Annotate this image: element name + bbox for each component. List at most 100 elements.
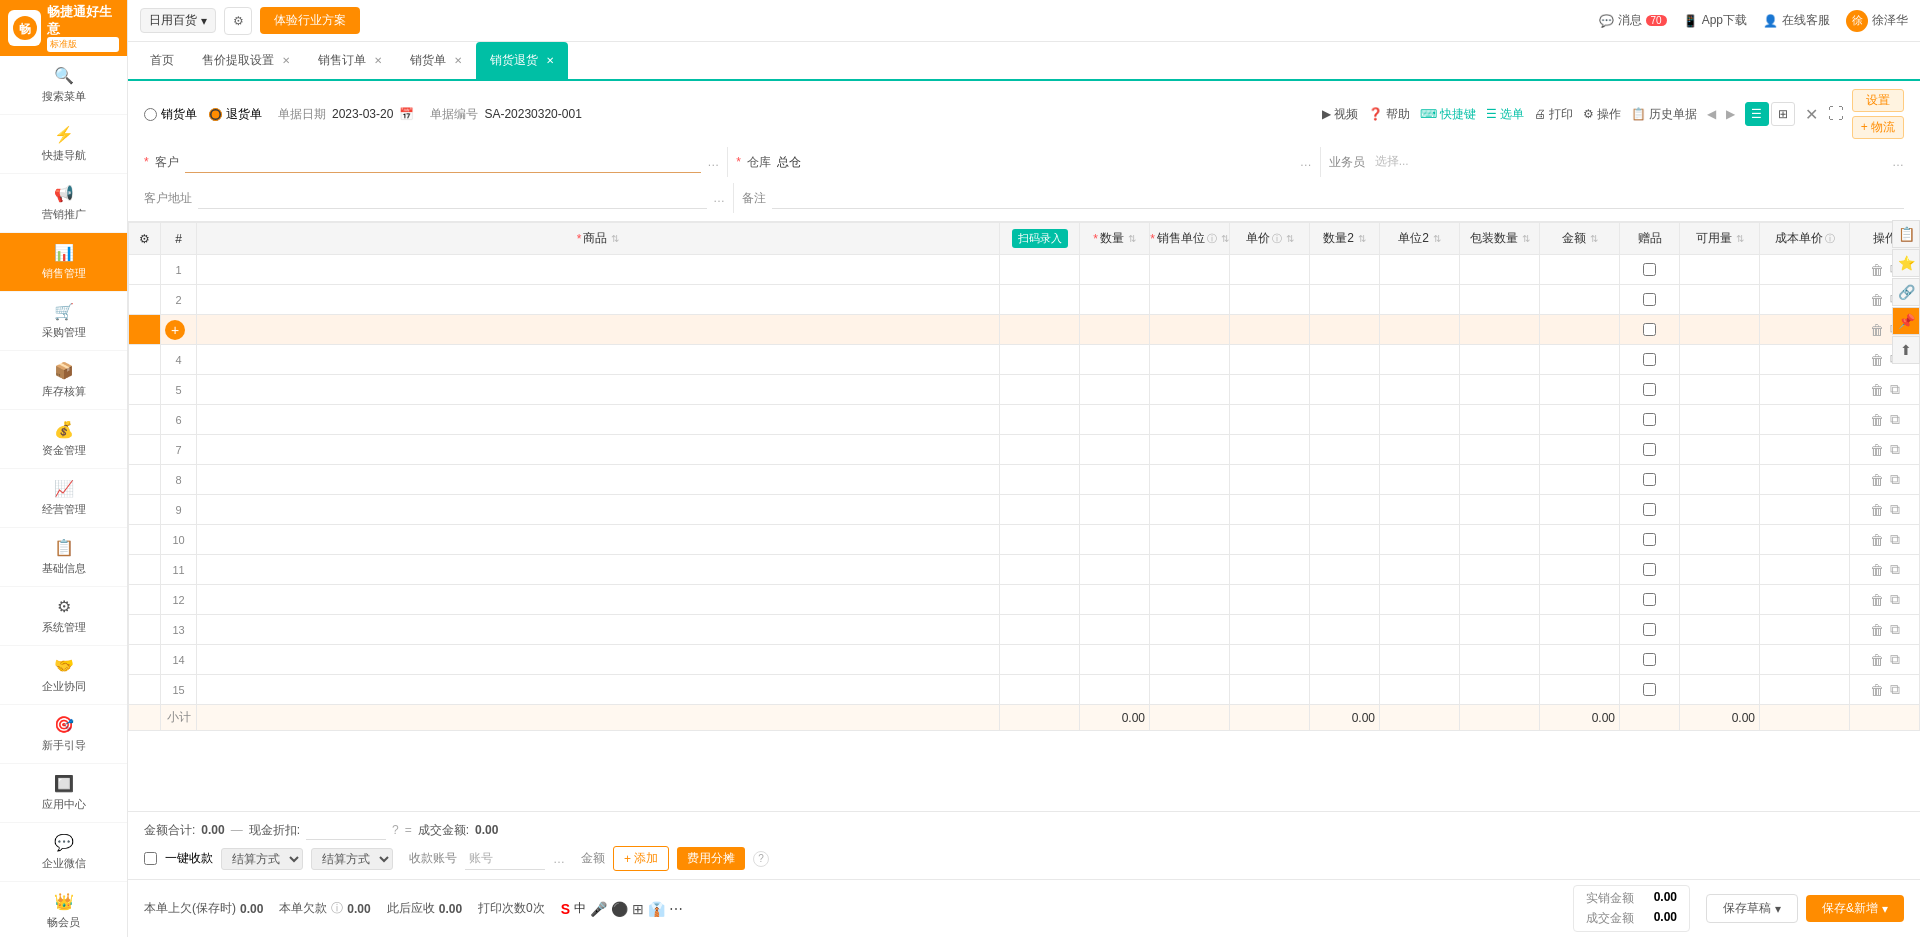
- row-qty2-8[interactable]: [1310, 465, 1380, 495]
- row-unit-8[interactable]: [1150, 465, 1230, 495]
- gift-cb-7[interactable]: [1643, 443, 1656, 456]
- goods-input-11[interactable]: [201, 563, 995, 577]
- row-unit2-13[interactable]: [1380, 615, 1460, 645]
- account-input[interactable]: 账号: [465, 848, 545, 870]
- row-unit2-10[interactable]: [1380, 525, 1460, 555]
- save-new-btn[interactable]: 保存&新增 ▾: [1806, 895, 1904, 922]
- row-unit2-11[interactable]: [1380, 555, 1460, 585]
- th-qty-sort[interactable]: ⇅: [1128, 233, 1136, 244]
- row-pkg-12[interactable]: [1460, 585, 1540, 615]
- gift-cb-14[interactable]: [1643, 653, 1656, 666]
- goods-input-12[interactable]: [201, 593, 995, 607]
- copy-icon-12[interactable]: ⧉: [1890, 591, 1900, 608]
- goods-input-5[interactable]: [201, 383, 995, 397]
- sidebar-item-1[interactable]: ⚡快捷导航: [0, 115, 127, 174]
- sidebar-item-9[interactable]: ⚙系统管理: [0, 587, 127, 646]
- fee-help-icon[interactable]: ?: [753, 851, 769, 867]
- row-price-10[interactable]: [1230, 525, 1310, 555]
- float-pin-btn[interactable]: 📌: [1892, 307, 1920, 335]
- row-unit2-15[interactable]: [1380, 675, 1460, 705]
- customer-input[interactable]: [185, 151, 702, 173]
- save-draft-btn[interactable]: 保存草稿 ▾: [1706, 894, 1798, 923]
- row-qty-12[interactable]: [1080, 585, 1150, 615]
- settlement-method-select[interactable]: 结算方式: [221, 848, 303, 870]
- float-star-btn[interactable]: ⭐: [1892, 249, 1920, 277]
- th-scan[interactable]: 扫码录入: [1000, 223, 1080, 255]
- row-amount-6[interactable]: [1540, 405, 1620, 435]
- row-gift-2[interactable]: [1620, 285, 1680, 315]
- add-row-btn-3[interactable]: +: [165, 320, 185, 340]
- row-qty-1[interactable]: [1080, 255, 1150, 285]
- row-qty2-2[interactable]: [1310, 285, 1380, 315]
- history-btn[interactable]: 📋 历史单据: [1631, 106, 1697, 123]
- row-unit-14[interactable]: [1150, 645, 1230, 675]
- row-price-8[interactable]: [1230, 465, 1310, 495]
- row-unit2-2[interactable]: [1380, 285, 1460, 315]
- prev-btn[interactable]: ◀: [1707, 107, 1716, 121]
- sidebar-item-5[interactable]: 📦库存核算: [0, 351, 127, 410]
- sidebar-item-8[interactable]: 📋基础信息: [0, 528, 127, 587]
- copy-icon-7[interactable]: ⧉: [1890, 441, 1900, 458]
- row-qty2-5[interactable]: [1310, 375, 1380, 405]
- list-view-btn[interactable]: ⊞: [1771, 102, 1795, 126]
- row-unit2-6[interactable]: [1380, 405, 1460, 435]
- row-qty-7[interactable]: [1080, 435, 1150, 465]
- goods-input-15[interactable]: [201, 683, 995, 697]
- delete-icon-1[interactable]: 🗑: [1870, 262, 1884, 278]
- settings-icon[interactable]: ⚙: [139, 232, 150, 246]
- calendar-icon[interactable]: 📅: [399, 107, 414, 121]
- account-ellipsis[interactable]: …: [553, 852, 565, 866]
- row-pkg-1[interactable]: [1460, 255, 1540, 285]
- row-price-6[interactable]: [1230, 405, 1310, 435]
- tab-close-4[interactable]: ✕: [546, 55, 554, 66]
- delete-icon-7[interactable]: 🗑: [1870, 442, 1884, 458]
- staff-ellipsis[interactable]: …: [1892, 155, 1904, 169]
- tab-3[interactable]: 销货单✕: [396, 42, 476, 81]
- next-btn[interactable]: ▶: [1726, 107, 1735, 121]
- row-goods-9[interactable]: [197, 495, 1000, 525]
- row-gift-11[interactable]: [1620, 555, 1680, 585]
- row-qty2-13[interactable]: [1310, 615, 1380, 645]
- row-amount-10[interactable]: [1540, 525, 1620, 555]
- row-num-3[interactable]: +: [161, 315, 197, 345]
- delete-icon-13[interactable]: 🗑: [1870, 622, 1884, 638]
- delete-icon-9[interactable]: 🗑: [1870, 502, 1884, 518]
- customer-ellipsis[interactable]: …: [707, 155, 719, 169]
- row-unit2-14[interactable]: [1380, 645, 1460, 675]
- row-unit-6[interactable]: [1150, 405, 1230, 435]
- delete-icon-4[interactable]: 🗑: [1870, 352, 1884, 368]
- row-gift-1[interactable]: [1620, 255, 1680, 285]
- goods-input-1[interactable]: [201, 263, 995, 277]
- operate-btn[interactable]: ⚙ 操作: [1583, 106, 1621, 123]
- goods-input-4[interactable]: [201, 353, 995, 367]
- row-qty-8[interactable]: [1080, 465, 1150, 495]
- row-pkg-2[interactable]: [1460, 285, 1540, 315]
- row-unit-9[interactable]: [1150, 495, 1230, 525]
- row-unit2-3[interactable]: [1380, 315, 1460, 345]
- sidebar-item-11[interactable]: 🎯新手引导: [0, 705, 127, 764]
- row-amount-11[interactable]: [1540, 555, 1620, 585]
- message-item[interactable]: 💬 消息 70: [1599, 12, 1667, 29]
- th-unit-info[interactable]: ⓘ: [1207, 232, 1217, 246]
- float-upload-btn[interactable]: ⬆: [1892, 336, 1920, 364]
- goods-input-8[interactable]: [201, 473, 995, 487]
- row-unit2-4[interactable]: [1380, 345, 1460, 375]
- sidebar-item-0[interactable]: 🔍搜索菜单: [0, 56, 127, 115]
- settings-button[interactable]: 设置: [1852, 89, 1904, 112]
- row-qty2-4[interactable]: [1310, 345, 1380, 375]
- row-unit-3[interactable]: [1150, 315, 1230, 345]
- row-goods-12[interactable]: [197, 585, 1000, 615]
- single-owe-icon[interactable]: ⓘ: [331, 900, 343, 917]
- fee-split-btn[interactable]: 费用分摊: [677, 847, 745, 870]
- row-price-11[interactable]: [1230, 555, 1310, 585]
- discount-input[interactable]: [306, 820, 386, 840]
- row-price-14[interactable]: [1230, 645, 1310, 675]
- sidebar-item-14[interactable]: 👑畅会员: [0, 882, 127, 937]
- copy-icon-5[interactable]: ⧉: [1890, 381, 1900, 398]
- row-goods-8[interactable]: [197, 465, 1000, 495]
- row-gift-3[interactable]: [1620, 315, 1680, 345]
- goods-input-6[interactable]: [201, 413, 995, 427]
- row-qty-6[interactable]: [1080, 405, 1150, 435]
- tab-close-2[interactable]: ✕: [374, 55, 382, 66]
- goods-input-10[interactable]: [201, 533, 995, 547]
